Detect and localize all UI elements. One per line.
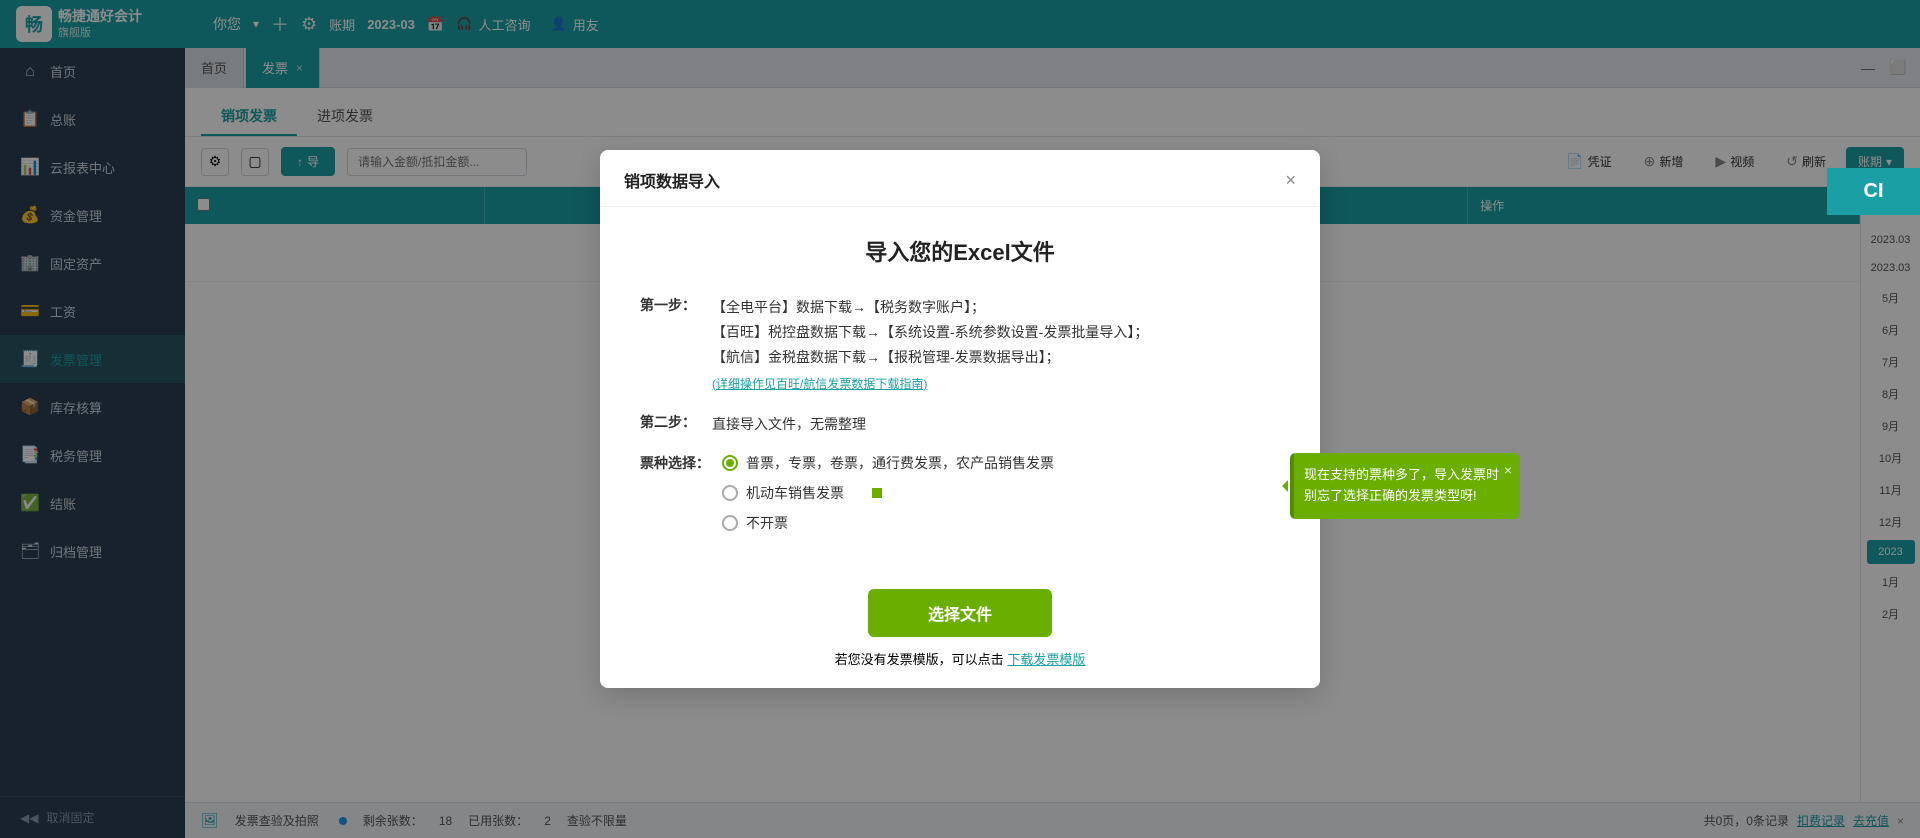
template-hint-text: 若您没有发票模版，可以点击 [835, 652, 1004, 667]
import-modal: 销项数据导入 × 导入您的Excel文件 第一步： 【全电平台】数据下载→【税务… [600, 150, 1320, 688]
tooltip-bubble: × 现在支持的票种多了，导入发票时别忘了选择正确的发票类型呀! [1290, 453, 1520, 519]
radio-circle-3 [722, 515, 738, 531]
step1-line1: 【全电平台】数据下载→【税务数字账户】； [712, 295, 1280, 320]
template-hint-row: 若您没有发票模版，可以点击 下载发票模版 [835, 649, 1086, 668]
radio-circle-2 [722, 485, 738, 501]
ci-badge: CI [1827, 168, 1920, 215]
radio-circle-1 [722, 455, 738, 471]
modal-title: 销项数据导入 [624, 168, 720, 192]
ticket-radio-group: 普票，专票，卷票，通行费发票，农产品销售发票 机动车销售发票 不开票 [722, 453, 1054, 533]
step1-content: 【全电平台】数据下载→【税务数字账户】； 【百旺】税控盘数据下载→【系统设置-系… [712, 295, 1280, 396]
step1-guide-link[interactable]: (详细操作见百旺/航信发票数据下载指南) [712, 377, 927, 391]
tooltip-indicator [872, 488, 882, 498]
step1-row: 第一步： 【全电平台】数据下载→【税务数字账户】； 【百旺】税控盘数据下载→【系… [640, 295, 1280, 396]
radio-dot-1 [726, 459, 734, 467]
step2-row: 第二步： 直接导入文件，无需整理 [640, 412, 1280, 437]
radio-option-1[interactable]: 普票，专票，卷票，通行费发票，农产品销售发票 [722, 453, 1054, 473]
tooltip-text: 现在支持的票种多了，导入发票时别忘了选择正确的发票类型呀! [1304, 467, 1499, 503]
radio-option-2[interactable]: 机动车销售发票 [722, 483, 1054, 503]
ticket-selection-row: 票种选择： 普票，专票，卷票，通行费发票，农产品销售发票 机动车销售发票 [640, 453, 1280, 533]
tooltip-bar [1290, 453, 1294, 519]
step2-content: 直接导入文件，无需整理 [712, 412, 1280, 437]
modal-overlay: 销项数据导入 × 导入您的Excel文件 第一步： 【全电平台】数据下载→【税务… [0, 0, 1920, 838]
step1-label: 第一步： [640, 295, 700, 315]
modal-header: 销项数据导入 × [600, 150, 1320, 207]
template-download-link[interactable]: 下载发票模版 [1007, 652, 1085, 667]
step2-label: 第二步： [640, 412, 700, 432]
radio-label-3: 不开票 [746, 513, 788, 533]
ticket-label: 票种选择： [640, 453, 710, 473]
radio-label-2: 机动车销售发票 [746, 483, 844, 503]
step1-line3: 【航信】金税盘数据下载→【报税管理-发票数据导出】； [712, 345, 1280, 370]
modal-close-button[interactable]: × [1285, 171, 1296, 189]
modal-body: 导入您的Excel文件 第一步： 【全电平台】数据下载→【税务数字账户】； 【百… [600, 207, 1320, 573]
step1-line2: 【百旺】税控盘数据下载→【系统设置-系统参数设置-发票批量导入】； [712, 320, 1280, 345]
modal-footer: 选择文件 若您没有发票模版，可以点击 下载发票模版 [600, 573, 1320, 688]
select-file-button[interactable]: 选择文件 [868, 589, 1052, 637]
tooltip-close-button[interactable]: × [1504, 459, 1512, 481]
modal-subtitle: 导入您的Excel文件 [640, 235, 1280, 267]
radio-option-3[interactable]: 不开票 [722, 513, 1054, 533]
radio-label-1: 普票，专票，卷票，通行费发票，农产品销售发票 [746, 453, 1054, 473]
